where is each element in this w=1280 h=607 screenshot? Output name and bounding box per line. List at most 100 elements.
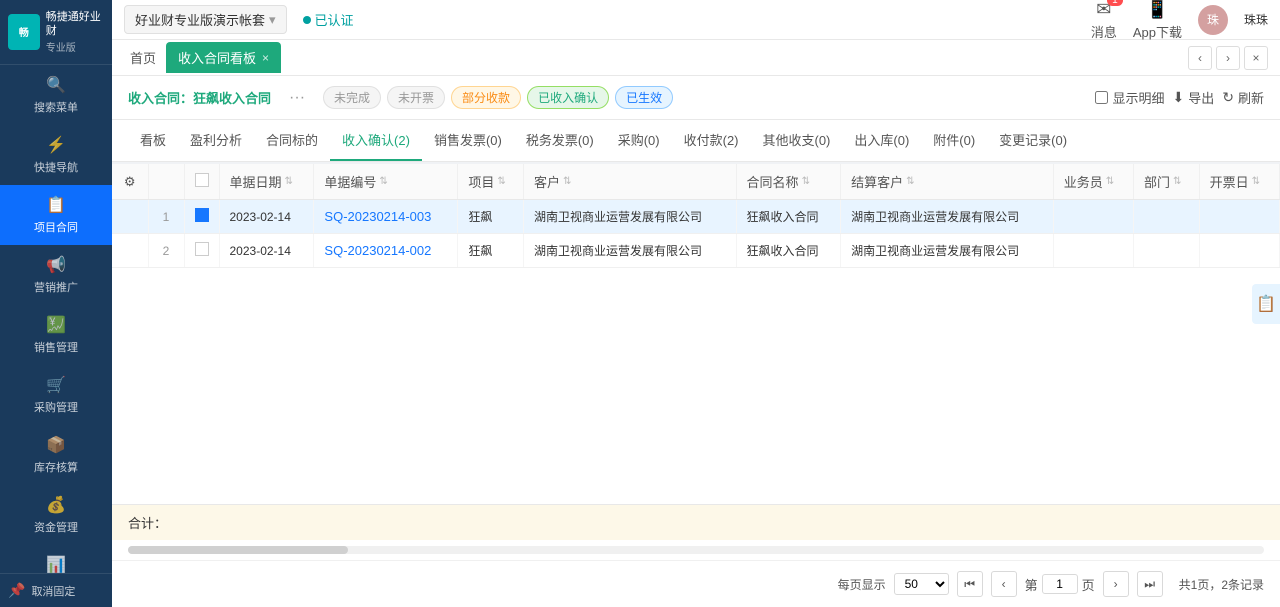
company-selector[interactable]: 好业财专业版演示帐套 ▾	[124, 5, 287, 34]
sidebar-bottom[interactable]: 📌 取消固定	[0, 573, 112, 607]
num-col-header	[148, 164, 184, 200]
sidebar-item-8[interactable]: 📊总账管理	[0, 545, 112, 573]
status-tag-2[interactable]: 部分收款	[451, 86, 521, 109]
settings-col-header[interactable]: ⚙	[112, 164, 148, 200]
row-1-order-link[interactable]: SQ-20230214-002	[324, 243, 431, 258]
status-tag-4[interactable]: 已生效	[615, 86, 673, 109]
nav-tabs-bar: 首页 收入合同看板 × ‹ › ×	[112, 40, 1280, 76]
row-1-check[interactable]	[195, 242, 209, 256]
sidebar-icon-7: 💰	[46, 495, 66, 515]
select-all-checkbox[interactable]	[195, 173, 209, 187]
checkbox-col-header[interactable]	[184, 164, 219, 200]
total-records: 共1页，2条记录	[1179, 576, 1264, 593]
next-page-button[interactable]: ›	[1103, 571, 1129, 597]
sidebar-item-5[interactable]: 🛒采购管理	[0, 365, 112, 425]
show-detail-input[interactable]	[1095, 91, 1108, 104]
tab-4[interactable]: 销售发票(0)	[422, 120, 514, 161]
status-tag-3[interactable]: 已收入确认	[527, 86, 609, 109]
right-panel-toggle[interactable]: 📋	[1252, 284, 1280, 324]
nav-next-button[interactable]: ›	[1216, 46, 1240, 70]
row-1-settings[interactable]	[112, 234, 148, 268]
tab-0[interactable]: 看板	[128, 120, 178, 161]
sidebar-item-2[interactable]: 📋项目合同	[0, 185, 112, 245]
first-page-button[interactable]: ⏮	[957, 571, 983, 597]
sidebar-label-2: 项目合同	[34, 219, 78, 235]
sidebar-item-1[interactable]: ⚡快捷导航	[0, 125, 112, 185]
company-name: 好业财专业版演示帐套	[135, 10, 265, 29]
nav-tab-close[interactable]: ×	[262, 51, 269, 65]
more-button[interactable]: ···	[289, 89, 305, 107]
logo-app-name: 畅捷通好业财	[46, 10, 104, 39]
tab-5[interactable]: 税务发票(0)	[514, 120, 606, 161]
sidebar-bottom-label: 取消固定	[31, 583, 75, 599]
row-1-customer: 湖南卫视商业运营发展有限公司	[524, 234, 737, 268]
nav-prev-button[interactable]: ‹	[1188, 46, 1212, 70]
row-1-invoice-date	[1199, 234, 1279, 268]
page-input[interactable]	[1042, 574, 1078, 594]
date-col-header[interactable]: 单据日期⇅	[219, 164, 314, 200]
contract-col-header[interactable]: 合同名称⇅	[736, 164, 841, 200]
show-detail-checkbox[interactable]: 显示明细	[1095, 88, 1164, 107]
settings-icon[interactable]: ⚙	[124, 174, 136, 189]
row-0-settings[interactable]	[112, 200, 148, 234]
nav-close-button[interactable]: ×	[1244, 46, 1268, 70]
user-avatar[interactable]: 珠	[1198, 5, 1228, 35]
row-0-check[interactable]	[195, 208, 209, 222]
scroll-hint[interactable]	[112, 540, 1280, 560]
nav-home[interactable]: 首页	[124, 40, 162, 75]
tab-6[interactable]: 采购(0)	[606, 120, 672, 161]
tab-8[interactable]: 其他收支(0)	[751, 120, 843, 161]
row-0-checkbox[interactable]	[184, 200, 219, 234]
data-table: ⚙ 单据日期⇅ 单据编号⇅ 项目⇅ 客户⇅ 合同名称⇅ 结算客户⇅ 业务员⇅ 部…	[112, 164, 1280, 268]
logo-sub-text: 专业版	[46, 39, 104, 54]
table-row[interactable]: 2 2023-02-14 SQ-20230214-002 狂飙 湖南卫视商业运营…	[112, 234, 1280, 268]
table-area[interactable]: ⚙ 单据日期⇅ 单据编号⇅ 项目⇅ 客户⇅ 合同名称⇅ 结算客户⇅ 业务员⇅ 部…	[112, 164, 1280, 504]
export-button[interactable]: ⬇ 导出	[1173, 88, 1215, 107]
project-col-label: 项目	[468, 172, 494, 191]
app-download-label: App下载	[1133, 22, 1182, 41]
tab-10[interactable]: 附件(0)	[921, 120, 987, 161]
row-0-contract: 狂飙收入合同	[736, 200, 841, 234]
page-info-suffix: 页	[1082, 575, 1095, 594]
user-name[interactable]: 珠珠	[1244, 11, 1268, 28]
table-row[interactable]: 1 2023-02-14 SQ-20230214-003 狂飙 湖南卫视商业运营…	[112, 200, 1280, 234]
refresh-button[interactable]: ↻ 刷新	[1222, 88, 1264, 107]
page-title-prefix: 收入合同：	[128, 91, 193, 106]
sidebar-logo: 畅 畅捷通好业财 专业版	[0, 0, 112, 65]
prev-page-button[interactable]: ‹	[991, 571, 1017, 597]
sidebar-item-4[interactable]: 💹销售管理	[0, 305, 112, 365]
nav-active-tab[interactable]: 收入合同看板 ×	[166, 42, 281, 73]
tab-7[interactable]: 收付款(2)	[672, 120, 751, 161]
row-1-project: 狂飙	[458, 234, 524, 268]
project-col-header[interactable]: 项目⇅	[458, 164, 524, 200]
order-no-col-header[interactable]: 单据编号⇅	[314, 164, 458, 200]
message-button[interactable]: ✉ 1 消息	[1091, 0, 1117, 41]
customer-col-header[interactable]: 客户⇅	[524, 164, 737, 200]
tab-3[interactable]: 收入确认(2)	[330, 120, 422, 161]
status-tag-1[interactable]: 未开票	[387, 86, 445, 109]
row-0-order-link[interactable]: SQ-20230214-003	[324, 209, 431, 224]
scroll-track	[128, 546, 1264, 554]
invoice-date-col-header[interactable]: 开票日⇅	[1199, 164, 1279, 200]
billing-cust-col-header[interactable]: 结算客户⇅	[841, 164, 1054, 200]
row-1-order-no: SQ-20230214-002	[314, 234, 458, 268]
scroll-thumb[interactable]	[128, 546, 348, 554]
tab-11[interactable]: 变更记录(0)	[987, 120, 1079, 161]
sidebar-item-6[interactable]: 📦库存核算	[0, 425, 112, 485]
tab-9[interactable]: 出入库(0)	[842, 120, 921, 161]
sidebar-item-3[interactable]: 📢营销推广	[0, 245, 112, 305]
row-0-num: 1	[148, 200, 184, 234]
row-1-checkbox[interactable]	[184, 234, 219, 268]
refresh-label: 刷新	[1238, 88, 1264, 107]
dept-col-header[interactable]: 部门⇅	[1133, 164, 1199, 200]
tab-2[interactable]: 合同标的	[254, 120, 330, 161]
app-download-button[interactable]: 📱 App下载	[1133, 0, 1182, 41]
sidebar-item-7[interactable]: 💰资金管理	[0, 485, 112, 545]
last-page-button[interactable]: ⏭	[1137, 571, 1163, 597]
row-1-salesperson	[1053, 234, 1133, 268]
status-tag-0[interactable]: 未完成	[323, 86, 381, 109]
tab-1[interactable]: 盈利分析	[178, 120, 254, 161]
salesperson-col-header[interactable]: 业务员⇅	[1053, 164, 1133, 200]
sidebar-item-0[interactable]: 🔍搜索菜单	[0, 65, 112, 125]
page-size-select[interactable]: 50 100 200	[894, 573, 949, 595]
